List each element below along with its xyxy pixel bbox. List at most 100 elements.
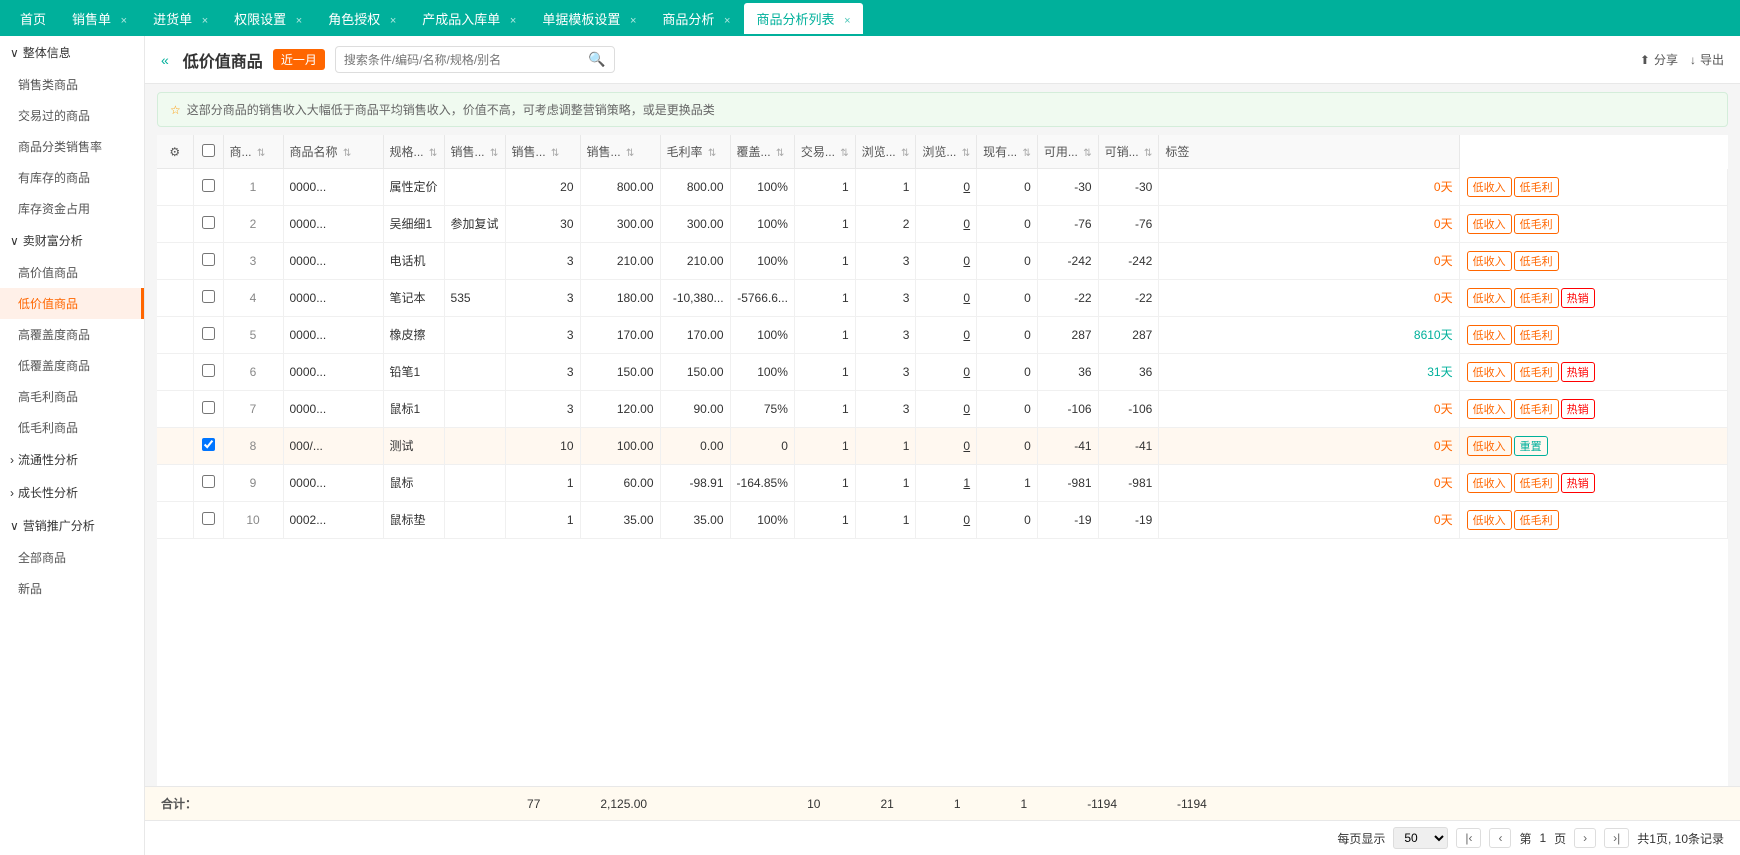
close-template-tab[interactable]: × [630,15,636,27]
close-sales-tab[interactable]: × [121,15,127,27]
search-icon[interactable]: 🔍 [588,51,605,68]
row-checkbox[interactable] [202,327,215,340]
views1-link[interactable]: 1 [963,476,970,490]
td-checkbox[interactable] [193,169,223,206]
sidebar-item-all-products[interactable]: 全部商品 [0,542,144,573]
close-purchase-tab[interactable]: × [202,15,208,27]
nav-inventory[interactable]: 产成品入库单 × [410,3,528,34]
th-coverage[interactable]: 覆盖... ⇅ [730,135,794,169]
share-button[interactable]: ⬆ 分享 [1640,51,1678,68]
td-views1[interactable]: 0 [916,390,977,427]
nav-purchase[interactable]: 进货单 × [141,3,220,34]
sidebar-item-low-coverage[interactable]: 低覆盖度商品 [0,350,144,381]
td-checkbox[interactable] [193,501,223,538]
sidebar-item-category-sales[interactable]: 商品分类销售率 [0,131,144,162]
th-sales-qty[interactable]: 销售... ⇅ [444,135,505,169]
select-all-checkbox[interactable] [202,144,215,157]
sidebar-item-low-margin[interactable]: 低毛利商品 [0,412,144,443]
th-transactions[interactable]: 交易... ⇅ [794,135,855,169]
td-views1[interactable]: 0 [916,242,977,279]
nav-permissions[interactable]: 权限设置 × [222,3,314,34]
sidebar-item-stock-products[interactable]: 有库存的商品 [0,162,144,193]
td-checkbox[interactable] [193,205,223,242]
sidebar-item-high-margin[interactable]: 高毛利商品 [0,381,144,412]
views1-link[interactable]: 0 [963,365,970,379]
row-checkbox[interactable] [202,401,215,414]
nav-sales[interactable]: 销售单 × [60,3,139,34]
page-size-select[interactable]: 50 100 [1393,827,1448,849]
th-code[interactable]: 商... ⇅ [223,135,283,169]
th-sales-amt2[interactable]: 销售... ⇅ [580,135,660,169]
td-views1[interactable]: 0 [916,353,977,390]
close-product-analysis-tab[interactable]: × [724,15,730,27]
th-views1[interactable]: 浏览... ⇅ [855,135,916,169]
nav-template[interactable]: 单据模板设置 × [530,3,648,34]
views1-link[interactable]: 0 [963,291,970,305]
first-page-button[interactable]: |‹ [1456,828,1481,848]
views1-link[interactable]: 0 [963,402,970,416]
time-tag-button[interactable]: 近一月 [273,49,325,70]
views1-link[interactable]: 0 [963,180,970,194]
th-name[interactable]: 商品名称 ⇅ [283,135,383,169]
th-views2[interactable]: 浏览... ⇅ [916,135,977,169]
td-checkbox[interactable] [193,242,223,279]
th-current[interactable]: 现有... ⇅ [977,135,1038,169]
td-views1[interactable]: 0 [916,316,977,353]
views1-link[interactable]: 0 [963,217,970,231]
sidebar-group-overall-title[interactable]: ∨ 整体信息 [0,36,144,69]
sidebar-collapse-btn[interactable]: « [161,52,169,68]
th-settings[interactable]: ⚙ [157,135,193,169]
sidebar-group-flow-title[interactable]: › 流通性分析 [0,443,144,476]
row-checkbox[interactable] [202,512,215,525]
views1-link[interactable]: 0 [963,254,970,268]
td-checkbox[interactable] [193,427,223,464]
close-inventory-tab[interactable]: × [510,15,516,27]
prev-page-button[interactable]: ‹ [1489,828,1511,848]
views1-link[interactable]: 0 [963,439,970,453]
last-page-button[interactable]: ›| [1604,828,1629,848]
row-checkbox[interactable] [202,290,215,303]
export-button[interactable]: ↓ 导出 [1690,51,1724,68]
sidebar-group-marketing-title[interactable]: ∨ 营销推广分析 [0,509,144,542]
close-roles-tab[interactable]: × [390,15,396,27]
td-checkbox[interactable] [193,390,223,427]
nav-roles[interactable]: 角色授权 × [316,3,408,34]
td-views1[interactable]: 0 [916,169,977,206]
sidebar-item-high-coverage[interactable]: 高覆盖度商品 [0,319,144,350]
th-gross-rate[interactable]: 毛利率 ⇅ [660,135,730,169]
td-checkbox[interactable] [193,353,223,390]
th-checkbox[interactable] [193,135,223,169]
next-page-button[interactable]: › [1574,828,1596,848]
sidebar-group-growth-title[interactable]: › 成长性分析 [0,476,144,509]
td-views1[interactable]: 0 [916,205,977,242]
sidebar-item-new-products[interactable]: 新品 [0,573,144,604]
td-views1[interactable]: 1 [916,464,977,501]
td-checkbox[interactable] [193,316,223,353]
sidebar-item-low-value[interactable]: 低价值商品 [0,288,144,319]
row-checkbox[interactable] [202,364,215,377]
sidebar-item-stock-capital[interactable]: 库存资金占用 [0,193,144,224]
views1-link[interactable]: 0 [963,328,970,342]
sidebar-item-traded-products[interactable]: 交易过的商品 [0,100,144,131]
row-checkbox[interactable] [202,475,215,488]
nav-product-analysis[interactable]: 商品分析 × [650,3,742,34]
search-input[interactable] [344,53,583,67]
sidebar-item-high-value[interactable]: 高价值商品 [0,257,144,288]
th-sales-amt1[interactable]: 销售... ⇅ [505,135,580,169]
sidebar-group-wealth-title[interactable]: ∨ 卖财富分析 [0,224,144,257]
views1-link[interactable]: 0 [963,513,970,527]
th-available[interactable]: 可用... ⇅ [1037,135,1098,169]
td-views1[interactable]: 0 [916,501,977,538]
th-saleable[interactable]: 可销... ⇅ [1098,135,1159,169]
td-views1[interactable]: 0 [916,427,977,464]
close-permissions-tab[interactable]: × [296,15,302,27]
nav-home[interactable]: 首页 [8,3,58,34]
nav-product-analysis-list[interactable]: 商品分析列表 × [744,3,862,34]
close-product-analysis-list-tab[interactable]: × [844,15,850,27]
td-checkbox[interactable] [193,464,223,501]
row-checkbox[interactable] [202,216,215,229]
sidebar-item-sales-products[interactable]: 销售类商品 [0,69,144,100]
settings-icon[interactable]: ⚙ [169,145,180,159]
td-views1[interactable]: 0 [916,279,977,316]
row-checkbox[interactable] [202,438,215,451]
